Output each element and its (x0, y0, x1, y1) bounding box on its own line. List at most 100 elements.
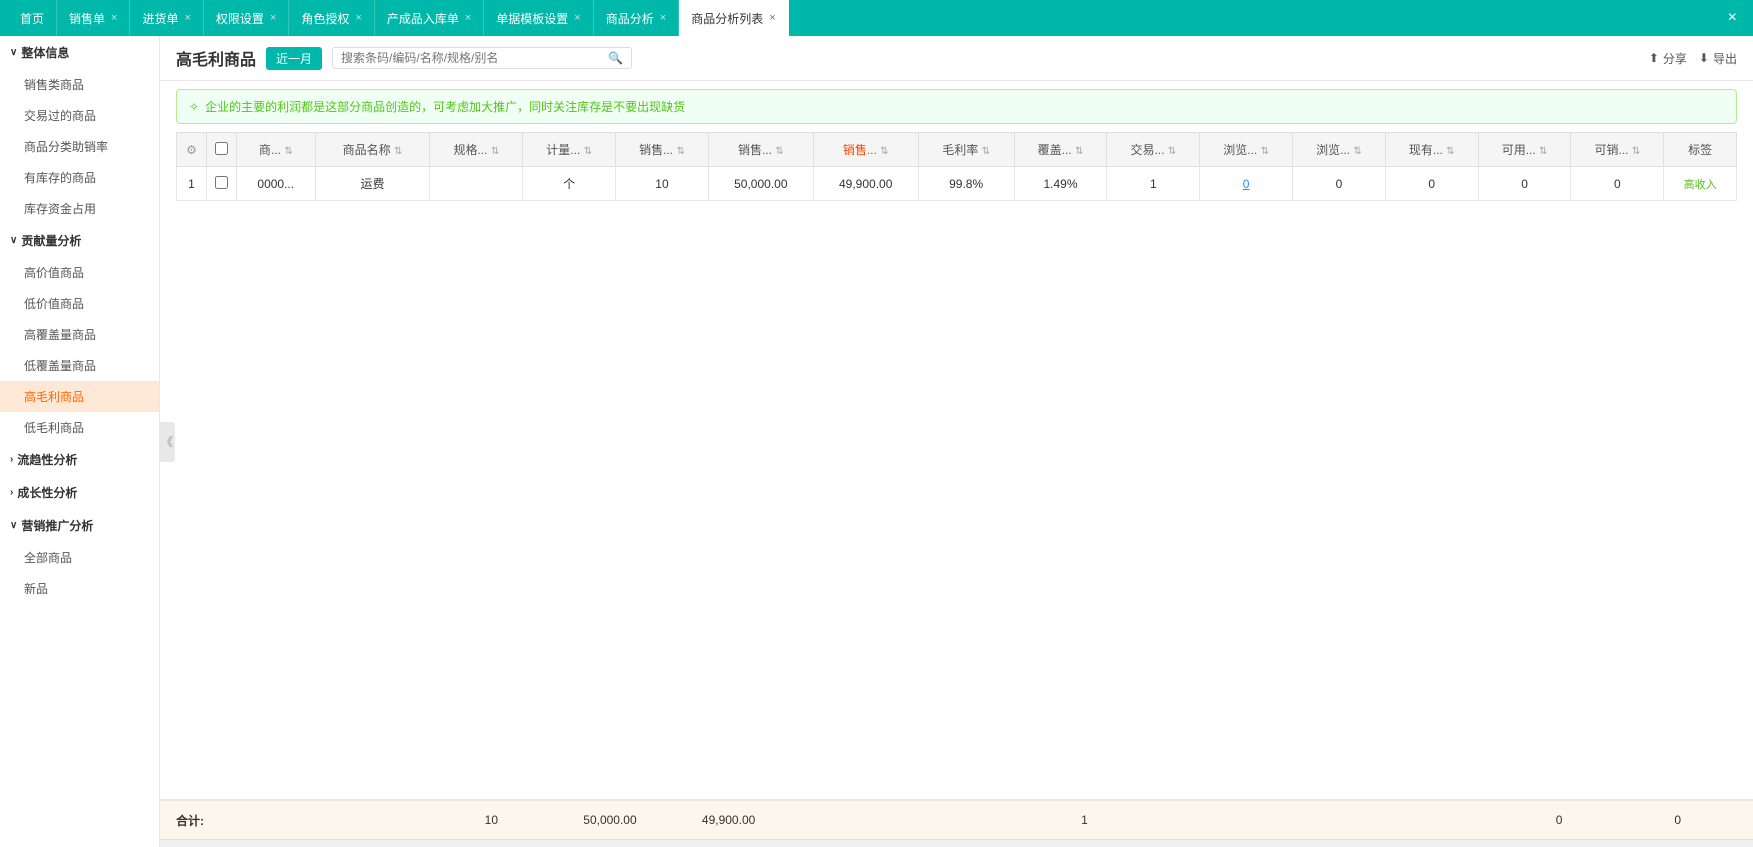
col-name-header: 商品名称 ⇅ (315, 133, 430, 167)
settings-icon[interactable]: ⚙ (186, 143, 197, 157)
sidebar-item-low-coverage[interactable]: 低覆盖量商品 (0, 350, 159, 381)
col-code-header: 商... ⇅ (237, 133, 316, 167)
row-view1[interactable]: 0 (1200, 167, 1293, 201)
close-tab-role-auth[interactable]: × (355, 12, 361, 24)
arrow-growth-icon: › (10, 487, 13, 498)
footer-sale-profit: 49,900.00 (669, 813, 788, 827)
footer-spacer2 (788, 813, 907, 827)
sidebar-group-trend[interactable]: › 流趋性分析 (0, 443, 159, 476)
info-icon: ✧ (189, 100, 199, 114)
close-tab-purchase-order[interactable]: × (184, 12, 190, 24)
arrow-trend-icon: › (10, 454, 13, 465)
sidebar-group-growth[interactable]: › 成长性分析 (0, 476, 159, 509)
search-input[interactable] (341, 51, 608, 65)
sidebar-group-contribution[interactable]: ∨ 贡献量分析 (0, 224, 159, 257)
table-footer: 合计: 10 50,000.00 49,900.00 1 0 0 (160, 799, 1753, 839)
footer-sale-count: 10 (432, 813, 551, 827)
footer-sale-amount: 50,000.00 (551, 813, 670, 827)
window-close-button[interactable]: × (1720, 9, 1745, 27)
sidebar-item-low-value[interactable]: 低价值商品 (0, 288, 159, 319)
close-tab-product-analysis-list[interactable]: × (769, 12, 775, 24)
tab-product-analysis[interactable]: 商品分析 × (594, 0, 679, 36)
main-container: ∨ 整体信息 销售类商品 交易过的商品 商品分类助销率 有库存的商品 库存资金占… (0, 36, 1753, 847)
close-tab-template[interactable]: × (574, 12, 580, 24)
tab-role-auth[interactable]: 角色授权 × (289, 0, 374, 36)
row-stock-current: 0 (1385, 167, 1478, 201)
share-button[interactable]: ⬆ 分享 (1649, 50, 1687, 67)
product-table: ⚙ 商... ⇅ 商品名称 ⇅ (176, 132, 1737, 201)
row-tag: 高收入 (1664, 167, 1737, 201)
row-sale-amount: 50,000.00 (708, 167, 813, 201)
close-tab-permission[interactable]: × (270, 12, 276, 24)
sidebar-item-high-value[interactable]: 高价值商品 (0, 257, 159, 288)
row-gross-margin: 99.8% (918, 167, 1014, 201)
header-actions: ⬆ 分享 ⬇ 导出 (1649, 50, 1737, 67)
row-code: 0000... (237, 167, 316, 201)
sidebar-item-in-stock[interactable]: 有库存的商品 (0, 162, 159, 193)
filter-recent-month-button[interactable]: 近一月 (266, 47, 322, 70)
tab-purchase-order[interactable]: 进货单 × (130, 0, 203, 36)
close-tab-sales-order[interactable]: × (111, 12, 117, 24)
sidebar: ∨ 整体信息 销售类商品 交易过的商品 商品分类助销率 有库存的商品 库存资金占… (0, 36, 160, 847)
sidebar-item-low-margin[interactable]: 低毛利商品 (0, 412, 159, 443)
arrow-contribution-icon: ∨ (10, 235, 17, 246)
close-tab-product-inbound[interactable]: × (465, 12, 471, 24)
table-row: 1 0000... 运费 个 10 50,000.00 49,900.00 99… (177, 167, 1737, 201)
page-title: 高毛利商品 (176, 46, 256, 70)
row-sale-profit: 49,900.00 (813, 167, 918, 201)
col-stock-available-header: 可用... ⇅ (1478, 133, 1571, 167)
footer-values: 10 50,000.00 49,900.00 1 0 0 (232, 813, 1737, 827)
toggle-sidebar-button[interactable]: 《 (160, 422, 175, 462)
arrow-overall-icon: ∨ (10, 47, 17, 58)
tab-permission-settings[interactable]: 权限设置 × (204, 0, 289, 36)
sidebar-item-all-goods[interactable]: 全部商品 (0, 542, 159, 573)
row-view2: 0 (1293, 167, 1386, 201)
footer-spacer4 (1144, 813, 1263, 827)
content-header: 高毛利商品 近一月 🔍 ⬆ 分享 ⬇ 导出 (160, 36, 1753, 81)
col-sale-profit-header: 销售... ⇅ (813, 133, 918, 167)
sidebar-group-marketing[interactable]: ∨ 营销推广分析 (0, 509, 159, 542)
search-icon[interactable]: 🔍 (608, 51, 623, 65)
row-spec (430, 167, 523, 201)
info-banner: ✧ 企业的主要的利润都是这部分商品创造的，可考虑加大推广，同时关注库存是不要出现… (176, 89, 1737, 124)
sidebar-item-high-coverage[interactable]: 高覆盖量商品 (0, 319, 159, 350)
top-nav: 首页 销售单 × 进货单 × 权限设置 × 角色授权 × 产成品入库单 × 单据… (0, 0, 1753, 36)
footer-stock-sale: 0 (1618, 813, 1737, 827)
content-area: 《 高毛利商品 近一月 🔍 ⬆ 分享 ⬇ 导出 ✧ (160, 36, 1753, 847)
footer-label: 合计: (176, 812, 204, 829)
col-view2-header: 浏览... ⇅ (1293, 133, 1386, 167)
row-coverage: 1.49% (1014, 167, 1107, 201)
col-unit-header: 计量... ⇅ (523, 133, 616, 167)
footer-spacer (232, 813, 432, 827)
tab-template-settings[interactable]: 单据模板设置 × (484, 0, 593, 36)
col-settings-header[interactable]: ⚙ (177, 133, 207, 167)
select-all-checkbox[interactable] (215, 142, 228, 155)
col-checkbox-header[interactable] (207, 133, 237, 167)
horizontal-scrollbar[interactable] (160, 839, 1753, 847)
share-icon: ⬆ (1649, 51, 1659, 65)
tab-product-inbound[interactable]: 产成品入库单 × (375, 0, 484, 36)
search-box: 🔍 (332, 47, 632, 69)
col-spec-header: 规格... ⇅ (430, 133, 523, 167)
row-sale-count: 10 (616, 167, 709, 201)
tab-product-analysis-list[interactable]: 商品分析列表 × (679, 0, 788, 36)
sidebar-item-stock-capital[interactable]: 库存资金占用 (0, 193, 159, 224)
close-tab-product-analysis[interactable]: × (660, 12, 666, 24)
footer-stock-available: 0 (1500, 813, 1619, 827)
tab-sales-order[interactable]: 销售单 × (57, 0, 130, 36)
col-tag-header: 标签 (1664, 133, 1737, 167)
tab-home[interactable]: 首页 (8, 0, 57, 36)
row-transaction: 1 (1107, 167, 1200, 201)
sidebar-item-category-sales-rate[interactable]: 商品分类助销率 (0, 131, 159, 162)
col-stock-sale-header: 可销... ⇅ (1571, 133, 1664, 167)
sidebar-group-overall[interactable]: ∨ 整体信息 (0, 36, 159, 69)
sidebar-item-new-goods[interactable]: 新品 (0, 573, 159, 604)
export-button[interactable]: ⬇ 导出 (1699, 50, 1737, 67)
sidebar-item-traded-goods[interactable]: 交易过的商品 (0, 100, 159, 131)
row-checkbox[interactable] (207, 167, 237, 201)
col-coverage-header: 覆盖... ⇅ (1014, 133, 1107, 167)
col-transaction-header: 交易... ⇅ (1107, 133, 1200, 167)
sidebar-item-sales-goods[interactable]: 销售类商品 (0, 69, 159, 100)
sidebar-item-high-margin[interactable]: 高毛利商品 (0, 381, 159, 412)
row-name: 运费 (315, 167, 430, 201)
